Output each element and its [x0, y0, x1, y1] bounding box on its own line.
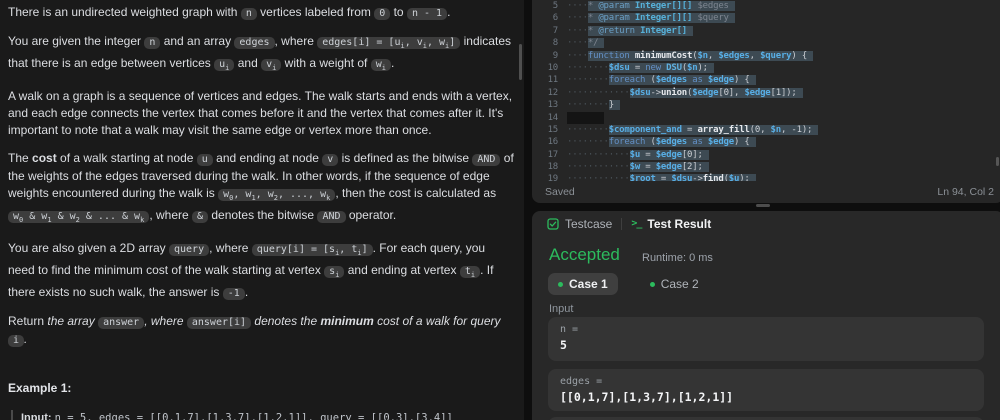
- case-1-dot-icon: [558, 281, 563, 287]
- editor-status-bar: Saved Ln 94, Col 2: [532, 181, 1000, 203]
- line-number: 18: [547, 162, 559, 173]
- line-number: 8: [552, 38, 558, 49]
- editor-scrollbar-thumb[interactable]: [996, 157, 999, 166]
- line-number: 14: [547, 112, 559, 123]
- line-number: 17: [547, 149, 559, 160]
- code-line-8[interactable]: 8 ····*/: [532, 37, 1000, 49]
- case-1-label: Case 1: [569, 277, 608, 291]
- code-line-13[interactable]: 13 ········}: [532, 99, 1000, 111]
- code-line-14[interactable]: 14: [532, 111, 1000, 124]
- input-label: Input:: [21, 412, 55, 420]
- line-number: 7: [552, 25, 558, 36]
- case-2-dot-icon: [649, 281, 655, 287]
- description-paragraphs: There is an undirected weighted graph wi…: [8, 4, 514, 349]
- description-paragraph: You are also given a 2D array query, whe…: [8, 241, 494, 300]
- line-number: 12: [547, 87, 559, 98]
- field-n-label: n =: [560, 324, 579, 335]
- code-line-16[interactable]: 16 ········foreach ($edges as $edge) {: [532, 136, 1000, 148]
- saved-status: Saved: [545, 186, 575, 198]
- code-line-6[interactable]: 6 ····* @param Integer[][] $query: [532, 12, 1000, 24]
- case-1-button[interactable]: Case 1: [548, 273, 618, 295]
- accepted-status: Accepted: [549, 245, 620, 264]
- code-line-12[interactable]: 12 ············$dsu->union($edge[0], $edg…: [532, 87, 1000, 99]
- problem-description: There is an undirected weighted graph wi…: [8, 4, 514, 420]
- code-line-11[interactable]: 11 ········foreach ($edges as $edge) {: [532, 74, 1000, 86]
- input-section-label: Input: [549, 303, 574, 315]
- input-field-edges[interactable]: edges = [[0,1,7],[1,3,7],[1,2,1]]: [548, 369, 984, 411]
- code-line-15[interactable]: 15 ········$component_and = array_fill(0,…: [532, 124, 1000, 136]
- tab-testcase[interactable]: Testcase: [547, 217, 612, 231]
- line-number: 19: [547, 174, 559, 181]
- example-input-line: Input: n = 5, edges = [[0,1,7],[1,3,7],[…: [21, 410, 514, 420]
- checkbox-icon: [547, 217, 559, 230]
- selected-empty-line: [567, 111, 604, 124]
- line-number: 11: [547, 75, 559, 86]
- field-n-value: 5: [560, 338, 567, 352]
- tab-testcase-label: Testcase: [565, 216, 613, 231]
- tab-separator: [621, 217, 623, 230]
- code-line-10[interactable]: 10 ········$dsu = new DSU($n);: [532, 62, 1000, 74]
- code-line-5[interactable]: 5 ····* @param Integer[][] $edges: [532, 0, 1000, 12]
- panel-resize-handle[interactable]: [756, 204, 770, 207]
- tab-test-result[interactable]: >_ Test Result: [631, 217, 711, 231]
- description-paragraph: You are given the integer n and an array…: [8, 34, 511, 72]
- line-number: 13: [547, 100, 559, 111]
- code-line-9[interactable]: 9 ····function minimumCost($n, $edges, $q…: [532, 50, 1000, 62]
- code-line-17[interactable]: 17 ············$u = $edge[0];: [532, 149, 1000, 161]
- code-editor[interactable]: 5 ····* @param Integer[][] $edges 6 ····* @…: [532, 0, 1000, 181]
- code-line-7[interactable]: 7 ····* @return Integer[]: [532, 25, 1000, 37]
- line-number: 9: [552, 50, 558, 61]
- line-number: 10: [547, 62, 559, 73]
- result-tabbar: Testcase >_ Test Result: [532, 211, 1000, 236]
- description-paragraph: The cost of a walk starting at node u an…: [8, 151, 514, 224]
- runtime-text: Runtime: 0 ms: [642, 252, 713, 264]
- test-result-panel: Testcase >_ Test Result Accepted Runtime…: [532, 211, 1000, 420]
- description-paragraph: Return the array answer, where answer[i]…: [8, 314, 501, 347]
- description-paragraph: A walk on a graph is a sequence of verti…: [8, 89, 513, 137]
- case-2-label: Case 2: [660, 277, 699, 291]
- description-paragraph: There is an undirected weighted graph wi…: [8, 5, 451, 20]
- case-2-button[interactable]: Case 2: [640, 273, 709, 295]
- line-number: 15: [547, 124, 559, 135]
- code-line-19[interactable]: 19 ············$root = $dsu->find($u);: [532, 173, 1000, 181]
- code-editor-panel[interactable]: 5 ····* @param Integer[][] $edges 6 ····* @…: [532, 0, 1000, 203]
- cursor-position: Ln 94, Col 2: [937, 186, 994, 198]
- input-field-n[interactable]: n = 5: [548, 317, 984, 361]
- field-edges-label: edges =: [560, 376, 603, 387]
- line-number: 16: [547, 137, 559, 148]
- input-value: n = 5, edges = [[0,1,7],[1,3,7],[1,2,1]]…: [54, 412, 453, 420]
- field-edges-value: [[0,1,7],[1,3,7],[1,2,1]]: [560, 390, 734, 404]
- description-scrollbar-thumb[interactable]: [519, 44, 522, 80]
- line-number: 6: [552, 13, 558, 24]
- case-row: Case 1 Case 2: [548, 273, 709, 295]
- example-block: Input: n = 5, edges = [[0,1,7],[1,3,7],[…: [11, 410, 514, 420]
- tab-test-result-label: Test Result: [647, 216, 712, 231]
- terminal-icon: >_: [631, 218, 642, 229]
- line-number: 5: [552, 1, 558, 11]
- problem-description-panel: There is an undirected weighted graph wi…: [0, 0, 524, 420]
- example-heading: Example 1:: [8, 381, 72, 395]
- code-line-18[interactable]: 18 ············$w = $edge[2];: [532, 161, 1000, 173]
